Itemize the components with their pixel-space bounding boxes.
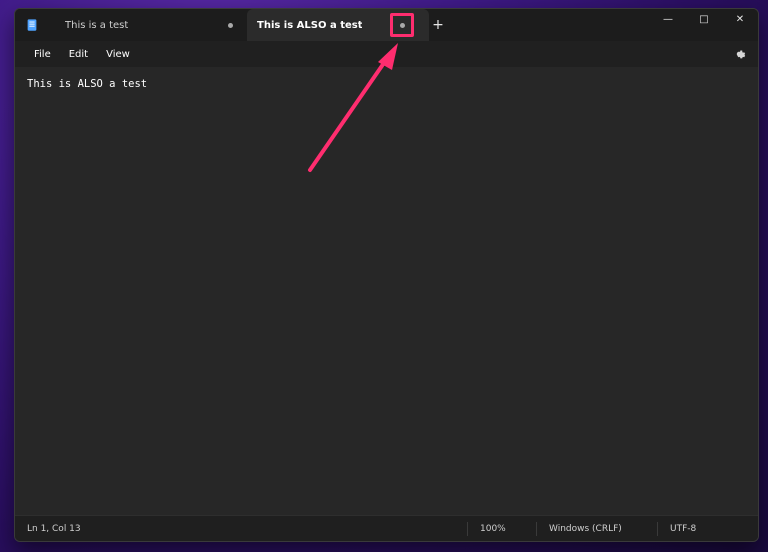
tab-label: This is a test — [65, 19, 129, 31]
close-button[interactable]: ✕ — [722, 9, 758, 29]
minimize-icon: — — [663, 13, 673, 25]
tab-this-is-a-test[interactable]: This is a test — [55, 9, 243, 41]
gear-icon — [736, 50, 746, 59]
settings-button[interactable] — [730, 45, 748, 63]
text-editor[interactable]: This is ALSO a test — [15, 67, 758, 516]
unsaved-dot-icon[interactable] — [399, 22, 405, 28]
window-controls: — □ ✕ — [650, 9, 758, 29]
menu-edit[interactable]: Edit — [60, 45, 97, 64]
menu-view[interactable]: View — [97, 45, 139, 64]
unsaved-indicator-highlight — [390, 13, 414, 37]
status-cursor: Ln 1, Col 13 — [27, 523, 81, 534]
status-line-endings[interactable]: Windows (CRLF) — [537, 516, 657, 541]
status-zoom[interactable]: 100% — [468, 516, 536, 541]
menu-file[interactable]: File — [25, 45, 60, 64]
maximize-button[interactable]: □ — [686, 9, 722, 29]
status-bar: Ln 1, Col 13 100% Windows (CRLF) UTF-8 — [15, 515, 758, 541]
status-encoding[interactable]: UTF-8 — [658, 516, 758, 541]
tab-label: This is ALSO a test — [257, 19, 363, 31]
new-tab-button[interactable]: + — [429, 9, 447, 41]
notepad-window: This is a test This is ALSO a test + — □… — [14, 8, 759, 542]
unsaved-dot-icon[interactable] — [228, 22, 233, 28]
minimize-button[interactable]: — — [650, 9, 686, 29]
title-bar: This is a test This is ALSO a test + — □… — [15, 9, 758, 41]
editor-content[interactable]: This is ALSO a test — [27, 78, 746, 90]
maximize-icon: □ — [699, 13, 709, 25]
plus-icon: + — [432, 17, 444, 33]
notepad-icon — [15, 9, 49, 41]
close-icon: ✕ — [735, 13, 745, 25]
menu-bar: File Edit View — [15, 41, 758, 67]
